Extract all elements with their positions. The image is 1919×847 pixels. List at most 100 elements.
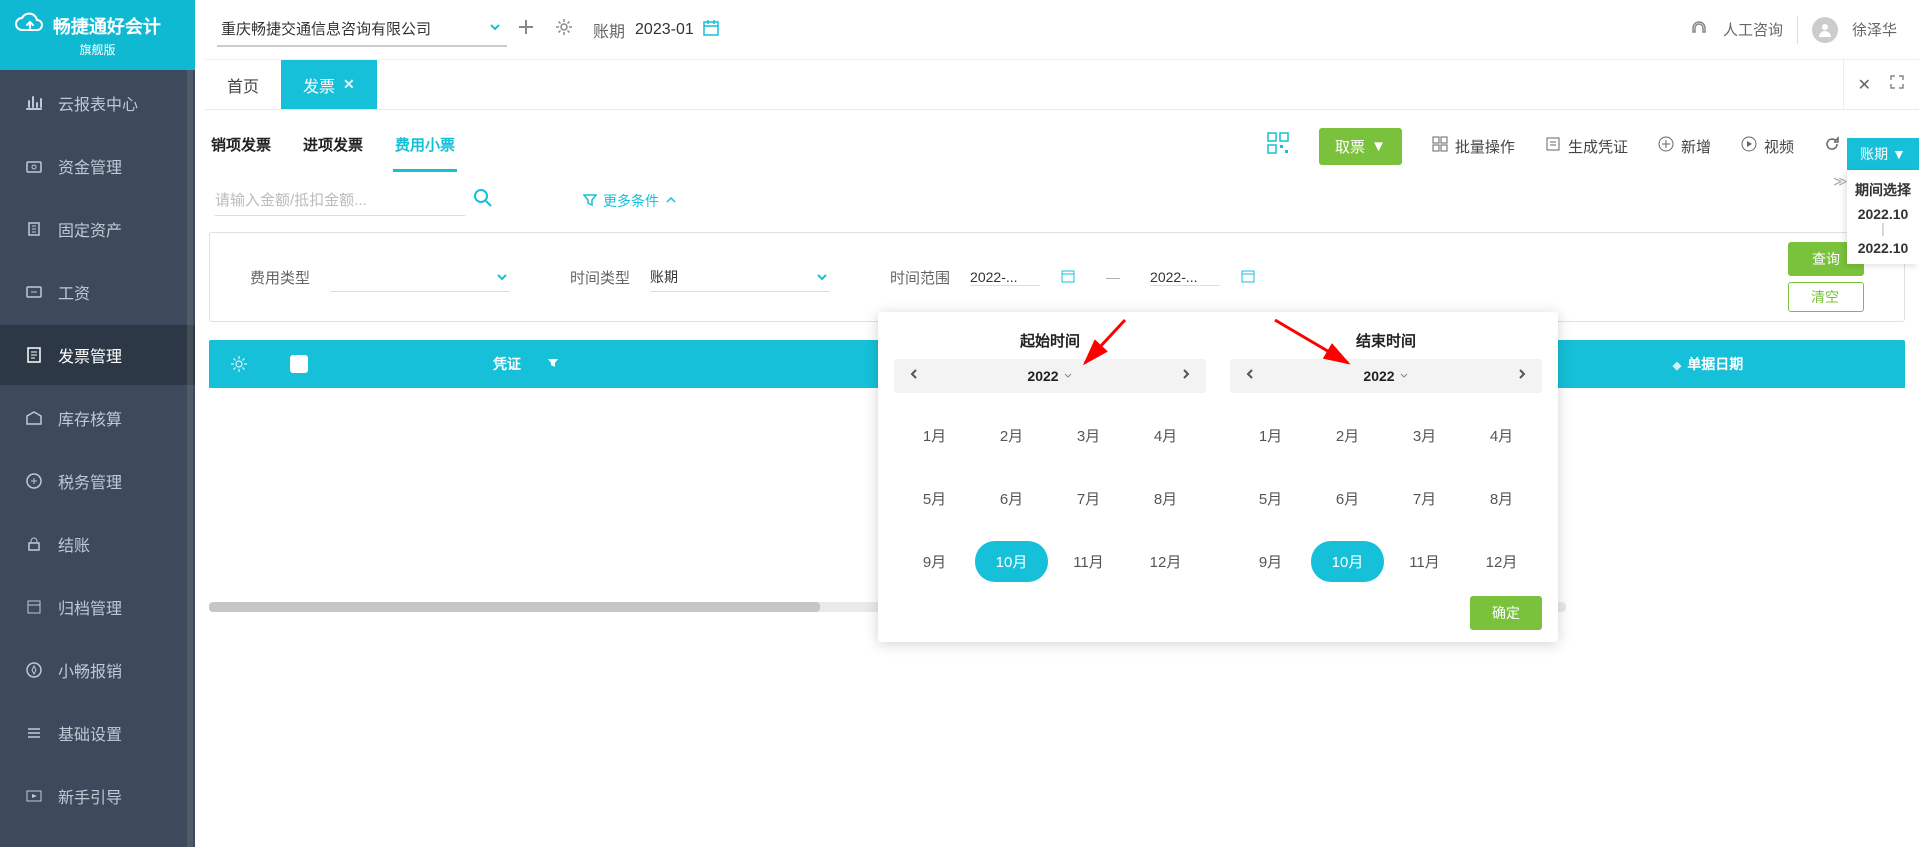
time-range-label: 时间范围 xyxy=(890,267,950,288)
month-cell[interactable]: 5月 xyxy=(898,478,971,519)
month-cell[interactable]: 6月 xyxy=(975,478,1048,519)
period-rail-button[interactable]: 账期 ▼ xyxy=(1847,138,1919,170)
month-cell[interactable]: 6月 xyxy=(1311,478,1384,519)
expense-type-select[interactable] xyxy=(330,262,510,292)
subtabs: 销项发票 进项发票 费用小票 xyxy=(209,120,457,172)
month-cell[interactable]: 4月 xyxy=(1465,415,1538,456)
end-date-column: 结束时间 2022 1月2月3月4月5月6月7月8月9月10月11月12月 xyxy=(1230,326,1542,590)
sidebar-item-settings[interactable]: 基础设置 xyxy=(0,703,195,763)
sidebar-item-asset[interactable]: 固定资产 xyxy=(0,199,195,259)
sidebar-scrollbar[interactable] xyxy=(187,70,193,847)
calendar-icon[interactable] xyxy=(1060,268,1076,287)
play-circle-icon xyxy=(1741,136,1757,156)
month-cell[interactable]: 7月 xyxy=(1052,478,1125,519)
close-icon[interactable]: ✕ xyxy=(343,76,355,93)
list-icon xyxy=(24,723,44,743)
month-cell[interactable]: 9月 xyxy=(1234,541,1307,582)
sidebar-item-inventory[interactable]: 库存核算 xyxy=(0,388,195,448)
month-cell[interactable]: 11月 xyxy=(1052,541,1125,582)
month-cell[interactable]: 3月 xyxy=(1388,415,1461,456)
prev-year-button[interactable] xyxy=(1244,367,1256,385)
add-button[interactable]: 新增 xyxy=(1658,136,1711,157)
month-cell[interactable]: 9月 xyxy=(898,541,971,582)
subtab-expense[interactable]: 费用小票 xyxy=(393,120,457,172)
th-checkbox[interactable] xyxy=(269,355,329,373)
month-cell[interactable]: 2月 xyxy=(1311,415,1384,456)
sidebar-item-fund[interactable]: 资金管理 xyxy=(0,136,195,196)
chevron-right-icon[interactable]: ≫ xyxy=(1833,173,1848,190)
sidebar-item-label: 资金管理 xyxy=(58,154,122,178)
month-cell[interactable]: 5月 xyxy=(1234,478,1307,519)
filter-icon xyxy=(547,356,559,372)
caret-down-icon: ▼ xyxy=(1892,146,1906,162)
th-date[interactable]: 单据日期 xyxy=(1511,354,1905,374)
tab-home[interactable]: 首页 xyxy=(205,60,281,109)
gear-icon[interactable] xyxy=(545,18,583,41)
sidebar-item-report-center[interactable]: 云报表中心 xyxy=(0,73,195,133)
date-from-input[interactable]: 2022-... xyxy=(970,269,1040,286)
add-button[interactable] xyxy=(507,18,545,41)
month-cell[interactable]: 12月 xyxy=(1129,541,1202,582)
fullscreen-button[interactable] xyxy=(1881,64,1913,105)
expense-type-label: 费用类型 xyxy=(250,267,310,288)
next-year-button[interactable] xyxy=(1180,367,1192,385)
video-button[interactable]: 视频 xyxy=(1741,136,1794,157)
th-settings[interactable] xyxy=(209,355,269,373)
batch-button[interactable]: 批量操作 xyxy=(1432,136,1515,157)
period-to[interactable]: 2022.10 xyxy=(1847,238,1919,258)
avatar[interactable] xyxy=(1812,17,1838,43)
sidebar-item-invoice[interactable]: 发票管理 xyxy=(0,325,195,385)
search-icon[interactable] xyxy=(473,188,493,214)
month-cell[interactable]: 3月 xyxy=(1052,415,1125,456)
plus-circle-icon xyxy=(1658,136,1674,156)
month-cell[interactable]: 2月 xyxy=(975,415,1048,456)
company-selector[interactable]: 重庆畅捷交通信息咨询有限公司 xyxy=(217,12,507,47)
month-cell[interactable]: 10月 xyxy=(1311,541,1384,582)
month-cell[interactable]: 1月 xyxy=(1234,415,1307,456)
month-cell[interactable]: 7月 xyxy=(1388,478,1461,519)
chevron-up-icon xyxy=(665,193,677,209)
sidebar-item-closing[interactable]: 结账 xyxy=(0,514,195,574)
prev-year-button[interactable] xyxy=(908,367,920,385)
date-to-input[interactable]: 2022-... xyxy=(1150,269,1220,286)
close-all-button[interactable]: ✕ xyxy=(1850,65,1879,105)
qrcode-icon[interactable] xyxy=(1267,132,1289,160)
search-input[interactable] xyxy=(215,186,465,216)
calendar-icon[interactable] xyxy=(1240,268,1256,287)
month-cell[interactable]: 12月 xyxy=(1465,541,1538,582)
batch-icon xyxy=(1432,136,1448,156)
month-cell[interactable]: 4月 xyxy=(1129,415,1202,456)
tab-tools: ✕ xyxy=(1843,60,1919,109)
user-name[interactable]: 徐泽华 xyxy=(1852,19,1897,40)
calendar-icon[interactable] xyxy=(702,19,720,40)
clear-button[interactable]: 清空 xyxy=(1788,282,1864,312)
archive-icon xyxy=(24,597,44,617)
voucher-button[interactable]: 生成凭证 xyxy=(1545,136,1628,157)
month-cell[interactable]: 8月 xyxy=(1465,478,1538,519)
year-selector[interactable]: 2022 xyxy=(1027,368,1072,384)
start-date-column: 起始时间 2022 1月2月3月4月5月6月7月8月9月10月11月12月 xyxy=(894,326,1206,590)
fetch-button[interactable]: 取票▼ xyxy=(1319,128,1402,165)
confirm-button[interactable]: 确定 xyxy=(1470,596,1542,630)
month-cell[interactable]: 8月 xyxy=(1129,478,1202,519)
th-voucher[interactable]: 凭证 xyxy=(329,354,723,374)
sidebar-item-archive[interactable]: 归档管理 xyxy=(0,577,195,637)
period-title: 期间选择 xyxy=(1847,176,1919,204)
month-cell[interactable]: 1月 xyxy=(898,415,971,456)
range-dash: — xyxy=(1106,269,1120,285)
next-year-button[interactable] xyxy=(1516,367,1528,385)
sidebar-item-expense[interactable]: 小畅报销 xyxy=(0,640,195,700)
subtab-input[interactable]: 进项发票 xyxy=(301,120,365,172)
sidebar-item-guide[interactable]: 新手引导 xyxy=(0,766,195,826)
month-cell[interactable]: 10月 xyxy=(975,541,1048,582)
sidebar-item-tax[interactable]: 税务管理 xyxy=(0,451,195,511)
more-conditions-toggle[interactable]: 更多条件 xyxy=(583,191,677,211)
tab-invoice[interactable]: 发票 ✕ xyxy=(281,60,377,109)
time-type-select[interactable]: 账期 xyxy=(650,262,830,292)
year-selector[interactable]: 2022 xyxy=(1363,368,1408,384)
sidebar-item-salary[interactable]: 工资 xyxy=(0,262,195,322)
subtab-output[interactable]: 销项发票 xyxy=(209,120,273,172)
sidebar-item-label: 税务管理 xyxy=(58,469,122,493)
consult-link[interactable]: 人工咨询 xyxy=(1723,19,1783,40)
month-cell[interactable]: 11月 xyxy=(1388,541,1461,582)
